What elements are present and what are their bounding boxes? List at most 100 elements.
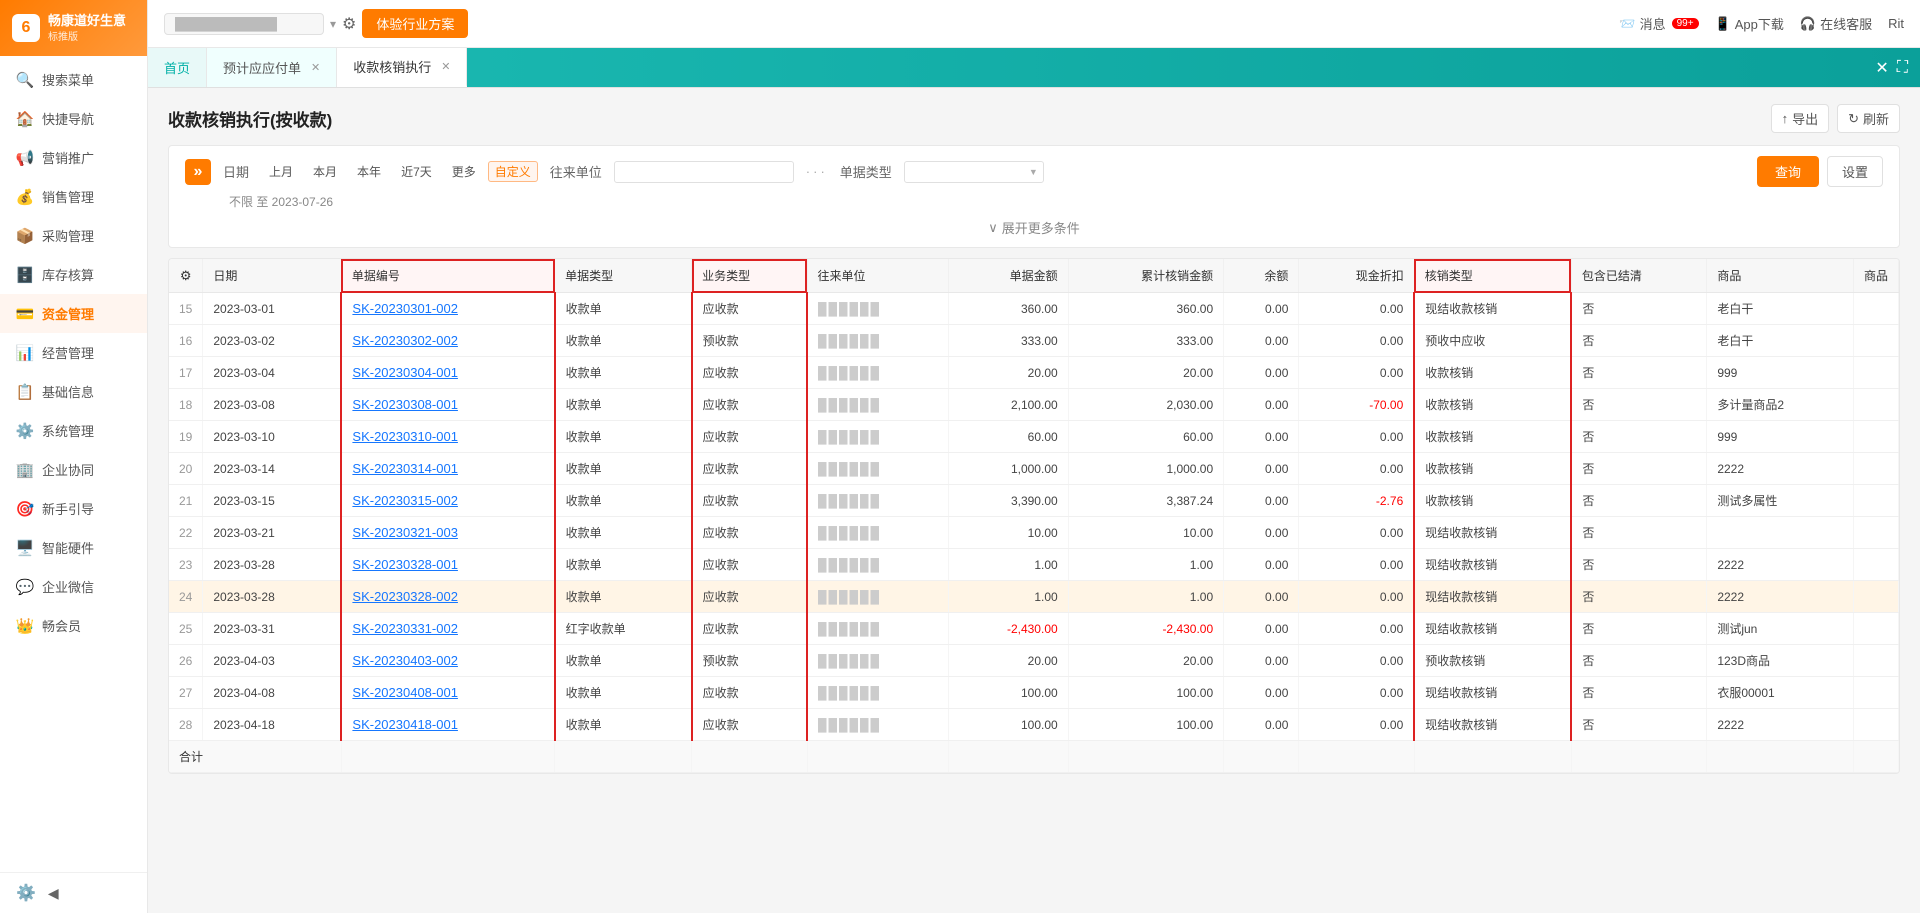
sidebar-item-operation[interactable]: 📊 经营管理 — [0, 333, 147, 372]
sidebar-item-search[interactable]: 🔍 搜索菜单 — [0, 60, 147, 99]
footer-biztype — [692, 741, 807, 773]
th-goods: 商品 — [1707, 259, 1854, 293]
table-row[interactable]: 20 2023-03-14 SK-20230314-001 收款单 应收款 ██… — [169, 453, 1899, 485]
table-row[interactable]: 25 2023-03-31 SK-20230331-002 红字收款单 应收款 … — [169, 613, 1899, 645]
cell-verifytype: 预收款核销 — [1414, 645, 1571, 677]
filter-settings-button[interactable]: 设置 — [1827, 156, 1883, 187]
date-btn-this-month[interactable]: 本月 — [305, 161, 345, 182]
table-row[interactable]: 16 2023-03-02 SK-20230302-002 收款单 预收款 ██… — [169, 325, 1899, 357]
sidebar-item-finance[interactable]: 💳 资金管理 — [0, 294, 147, 333]
doctype-select[interactable] — [904, 161, 1044, 183]
tab-pending-close[interactable]: ✕ — [311, 61, 320, 74]
tab-expand-icon[interactable]: ⛶ — [1897, 59, 1908, 77]
cell-balance: 0.00 — [1224, 325, 1299, 357]
tab-pending[interactable]: 预计应应付单 ✕ — [207, 48, 337, 87]
docno-link[interactable]: SK-20230321-003 — [352, 525, 458, 540]
sidebar-item-wechat[interactable]: 💬 企业微信 — [0, 567, 147, 606]
cell-docno: SK-20230328-002 — [341, 581, 554, 613]
sidebar-item-corp[interactable]: 🏢 企业协同 — [0, 450, 147, 489]
date-btn-custom[interactable]: 自定义 — [488, 161, 538, 182]
th-settings[interactable]: ⚙ — [169, 259, 203, 293]
footer-goods2 — [1853, 741, 1898, 773]
sidebar-item-system[interactable]: ⚙️ 系统管理 — [0, 411, 147, 450]
docno-link[interactable]: SK-20230308-001 — [352, 397, 458, 412]
docno-link[interactable]: SK-20230315-002 — [352, 493, 458, 508]
export-button[interactable]: ↑ 导出 — [1771, 104, 1830, 133]
cell-num: 19 — [169, 421, 203, 453]
docno-link[interactable]: SK-20230403-002 — [352, 653, 458, 668]
docno-link[interactable]: SK-20230331-002 — [352, 621, 458, 636]
docno-link[interactable]: SK-20230328-001 — [352, 557, 458, 572]
cell-amount: 1,000.00 — [948, 453, 1068, 485]
cell-amount: 60.00 — [948, 421, 1068, 453]
docno-link[interactable]: SK-20230408-001 — [352, 685, 458, 700]
docno-link[interactable]: SK-20230418-001 — [352, 717, 458, 732]
sidebar-item-sales[interactable]: 💰 销售管理 — [0, 177, 147, 216]
tab-collection[interactable]: 收款核销执行 ✕ — [337, 48, 467, 87]
sidebar-item-purchase[interactable]: 📦 采购管理 — [0, 216, 147, 255]
tab-collection-close[interactable]: ✕ — [441, 60, 450, 73]
table-row[interactable]: 21 2023-03-15 SK-20230315-002 收款单 应收款 ██… — [169, 485, 1899, 517]
date-btn-this-year[interactable]: 本年 — [349, 161, 389, 182]
date-btn-last-month[interactable]: 上月 — [261, 161, 301, 182]
table-footer: 合计 — [169, 741, 1899, 773]
table-row[interactable]: 23 2023-03-28 SK-20230328-001 收款单 应收款 ██… — [169, 549, 1899, 581]
sidebar-item-marketing[interactable]: 📢 营销推广 — [0, 138, 147, 177]
sidebar-item-marketing-label: 营销推广 — [42, 148, 94, 167]
table-row[interactable]: 28 2023-04-18 SK-20230418-001 收款单 应收款 ██… — [169, 709, 1899, 741]
expand-more-btn[interactable]: ∨ 展开更多条件 — [185, 218, 1883, 237]
refresh-button[interactable]: ↻ 刷新 — [1837, 104, 1900, 133]
sidebar-collapse-icon[interactable]: ◀ — [48, 885, 59, 902]
table-row[interactable]: 24 2023-03-28 SK-20230328-002 收款单 应收款 ██… — [169, 581, 1899, 613]
cell-partner: ██████ — [807, 389, 948, 421]
headset-icon: 🎧 — [1800, 16, 1816, 32]
cell-balance: 0.00 — [1224, 485, 1299, 517]
sidebar-settings-icon[interactable]: ⚙️ — [16, 883, 36, 903]
sidebar-item-basic[interactable]: 📋 基础信息 — [0, 372, 147, 411]
wechat-icon: 💬 — [16, 578, 34, 596]
sidebar-item-guide[interactable]: 🎯 新手引导 — [0, 489, 147, 528]
sidebar-item-member[interactable]: 👑 畅会员 — [0, 606, 147, 645]
sidebar-item-hardware[interactable]: 🖥️ 智能硬件 — [0, 528, 147, 567]
topbar-search-box[interactable]: ████████████ — [164, 13, 324, 35]
docno-link[interactable]: SK-20230301-002 — [352, 301, 458, 316]
expand-label: 展开更多条件 — [1002, 218, 1080, 237]
docno-link[interactable]: SK-20230328-002 — [352, 589, 458, 604]
cell-doctype: 收款单 — [555, 709, 692, 741]
docno-link[interactable]: SK-20230310-001 — [352, 429, 458, 444]
filter-bar: » 日期 上月 本月 本年 近7天 更多 自定义 往来单位 ··· 单据类型 — [168, 145, 1900, 248]
sidebar-item-nav[interactable]: 🏠 快捷导航 — [0, 99, 147, 138]
docno-link[interactable]: SK-20230314-001 — [352, 461, 458, 476]
data-table-container: ⚙ 日期 单据编号 单据类型 业务类型 往来单位 单据金额 累计核销金额 余额 … — [168, 258, 1900, 774]
table-row[interactable]: 18 2023-03-08 SK-20230308-001 收款单 应收款 ██… — [169, 389, 1899, 421]
date-btn-more[interactable]: 更多 — [444, 161, 484, 182]
home-icon: 🏠 — [16, 110, 34, 128]
docno-link[interactable]: SK-20230302-002 — [352, 333, 458, 348]
cell-doctype: 收款单 — [555, 581, 692, 613]
table-row[interactable]: 17 2023-03-04 SK-20230304-001 收款单 应收款 ██… — [169, 357, 1899, 389]
cell-doctype: 收款单 — [555, 421, 692, 453]
date-range-display: 不限 至 2023-07-26 — [229, 193, 1883, 210]
app-download-btn[interactable]: 📱 App下载 — [1715, 14, 1784, 33]
refresh-icon: ↻ — [1848, 111, 1859, 127]
docno-link[interactable]: SK-20230304-001 — [352, 365, 458, 380]
cell-goods: 老白干 — [1707, 293, 1854, 325]
date-btn-7days[interactable]: 近7天 — [393, 161, 440, 182]
query-button[interactable]: 查询 — [1757, 156, 1819, 187]
topbar-gear-icon[interactable]: ⚙ — [342, 14, 356, 34]
user-info[interactable]: Rit — [1888, 16, 1904, 31]
table-row[interactable]: 27 2023-04-08 SK-20230408-001 收款单 应收款 ██… — [169, 677, 1899, 709]
partner-input[interactable] — [614, 161, 794, 183]
tab-home[interactable]: 首页 — [148, 48, 207, 87]
sidebar-item-inventory[interactable]: 🗄️ 库存核算 — [0, 255, 147, 294]
table-row[interactable]: 22 2023-03-21 SK-20230321-003 收款单 应收款 ██… — [169, 517, 1899, 549]
online-service-btn[interactable]: 🎧 在线客服 — [1800, 14, 1872, 33]
table-row[interactable]: 15 2023-03-01 SK-20230301-002 收款单 应收款 ██… — [169, 293, 1899, 325]
message-btn[interactable]: 📨 消息 99+ — [1619, 14, 1698, 33]
tab-close-all-icon[interactable]: ✕ — [1875, 58, 1888, 78]
table-row[interactable]: 19 2023-03-10 SK-20230310-001 收款单 应收款 ██… — [169, 421, 1899, 453]
cell-amount: 20.00 — [948, 645, 1068, 677]
table-row[interactable]: 26 2023-04-03 SK-20230403-002 收款单 预收款 ██… — [169, 645, 1899, 677]
solution-button[interactable]: 体验行业方案 — [362, 9, 468, 38]
filter-toggle-btn[interactable]: » — [185, 159, 211, 185]
